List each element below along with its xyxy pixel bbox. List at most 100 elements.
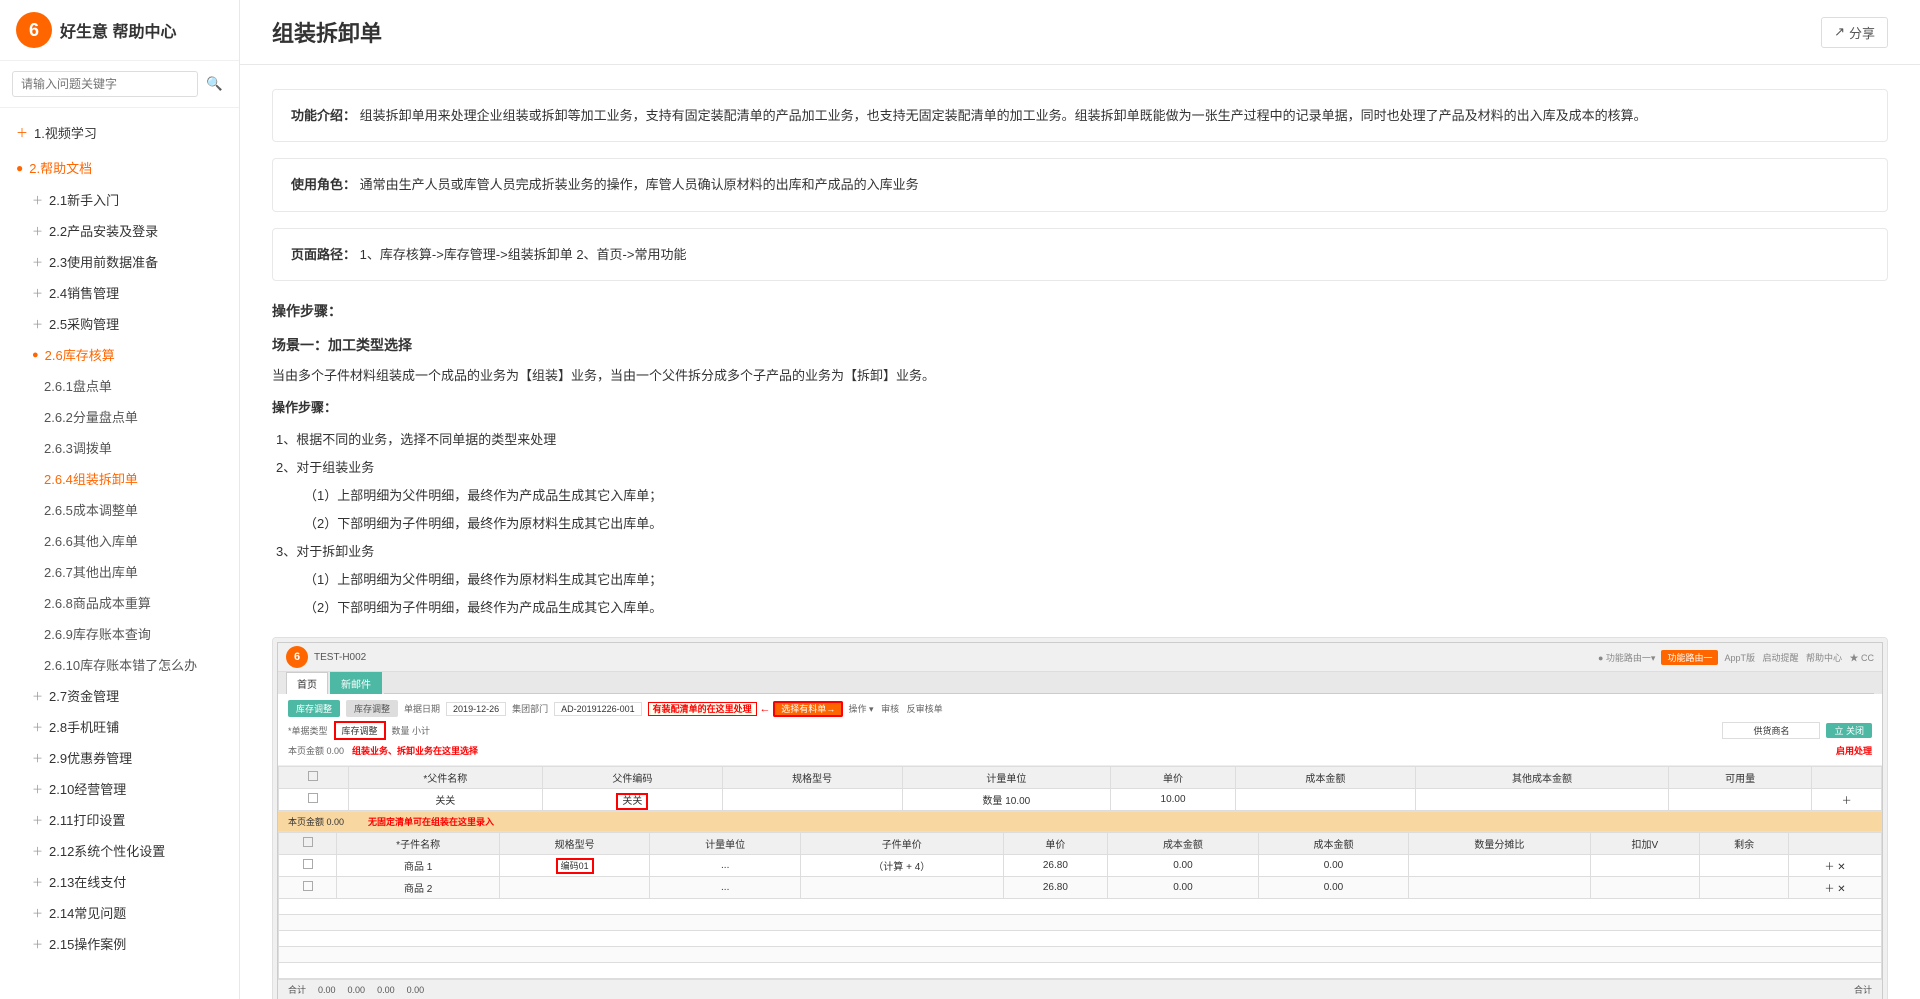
ui-date-label: 单据日期 (404, 702, 440, 715)
footer-val4: 0.00 (407, 985, 425, 995)
cell2-cost1-2: 0.00 (1108, 877, 1259, 899)
ui-docno-label: 集团部门 (512, 702, 548, 715)
col2-child-cost1: 成本金额 (1108, 833, 1259, 855)
sidebar: 6 好生意 帮助中心 🔍 ＋ 1.视频学习 ● 2.帮助文档 ＋ 2.1新手入门 (0, 0, 240, 999)
sidebar-leaf-other-in[interactable]: 2.6.6其他入库单 (8, 525, 239, 556)
ui-logo: 6 (286, 646, 308, 668)
col2-action (1789, 833, 1882, 855)
col-available: 可用量 (1669, 767, 1812, 789)
col-parent-name: *父件名称 (348, 767, 542, 789)
cell2-sub: （计算 + 4） (800, 855, 1003, 877)
ui-tab-active[interactable]: 新邮件 (330, 672, 382, 694)
sidebar-item-finance[interactable]: ＋ 2.7资金管理 (8, 680, 239, 711)
ui-table2: *子件名称 规格型号 计量单位 子件单价 单价 成本金额 成本金额 数量分摊比 … (278, 832, 1882, 979)
ui-search-field[interactable]: 供货商名 (1722, 722, 1820, 739)
sidebar-item-inventory[interactable]: ● 2.6库存核算 (8, 339, 239, 370)
sidebar-label-install: 2.2产品安装及登录 (49, 221, 158, 240)
sidebar-item-ops[interactable]: ＋ 2.10经营管理 (8, 773, 239, 804)
sidebar-leaf-ledger-error[interactable]: 2.6.10库存账本错了怎么办 (8, 649, 239, 680)
sidebar-leaf-ledger[interactable]: 2.6.9库存账本查询 (8, 618, 239, 649)
share-button[interactable]: ↗ 分享 (1821, 17, 1888, 48)
ui-mockup: 6 TEST-H002 ● 功能路由一▾ 功能路由一 AppT版 启动提醒 帮助… (277, 642, 1883, 999)
cell-unit (722, 789, 902, 811)
sidebar-item-cases[interactable]: ＋ 2.15操作案例 (8, 928, 239, 959)
sidebar-item-sales[interactable]: ＋ 2.4销售管理 (8, 277, 239, 308)
role-block: 使用角色： 通常由生产人员或库管人员完成折装业务的操作，库管人员确认原材料的出库… (272, 158, 1888, 211)
sidebar-label-sales: 2.4销售管理 (49, 283, 119, 302)
content-area: 功能介绍： 组装拆卸单用来处理企业组装或拆卸等加工业务，支持有固定装配清单的产品… (240, 65, 1920, 999)
search-input[interactable] (12, 71, 198, 97)
cell-row-action[interactable]: ＋ (1812, 789, 1882, 811)
search-button[interactable]: 🔍 (202, 74, 227, 94)
cell2-name2: 商品 2 (337, 877, 500, 899)
sidebar-item-docs[interactable]: ● 2.帮助文档 (0, 151, 239, 184)
sidebar-item-video[interactable]: ＋ 1.视频学习 (0, 116, 239, 149)
cell2-action2[interactable]: ＋ ✕ (1789, 877, 1882, 899)
col-unit: 规格型号 (722, 767, 902, 789)
sidebar-item-mobile[interactable]: ＋ 2.8手机旺铺 (8, 711, 239, 742)
col-cost: 成本金额 (1236, 767, 1416, 789)
cell2-action[interactable]: ＋ ✕ (1789, 855, 1882, 877)
sidebar-label-dataprep: 2.3使用前数据准备 (49, 252, 158, 271)
sidebar-leaf-other-out[interactable]: 2.6.7其他出库单 (8, 556, 239, 587)
step3-sub2: （2）下部明细为子件明细，最终作为产成品生成其它入库单。 (272, 595, 1888, 621)
plus-icon-onlinepay: ＋ (32, 874, 43, 890)
annotation-area2: 组装业务、拆卸业务在这里选择 (352, 744, 478, 757)
cell2-unit: ... (650, 855, 801, 877)
role-text: 通常由生产人员或库管人员完成折装业务的操作，库管人员确认原材料的出库和产成品的入… (360, 177, 919, 192)
sidebar-item-coupon[interactable]: ＋ 2.9优惠券管理 (8, 742, 239, 773)
plus-icon-print: ＋ (32, 812, 43, 828)
ui-divider-label: 本页金额 0.00 (288, 815, 344, 828)
cell2-v (1590, 855, 1700, 877)
sidebar-leaf-partial[interactable]: 2.6.2分量盘点单 (8, 401, 239, 432)
ui-btn-cancel[interactable]: 库存调整 (346, 700, 398, 717)
cell2-unit2: ... (650, 877, 801, 899)
ui-btn-save[interactable]: 库存调整 (288, 700, 340, 717)
cell2-name: 商品 1 (337, 855, 500, 877)
table-row: 商品 1 编码01 ... （计算 + 4） 26.80 0.00 0.00 (279, 855, 1882, 877)
ui-search-btn[interactable]: 立 关闭 (1826, 723, 1872, 738)
app-logo: 6 (16, 12, 52, 48)
scene1-label: 场景一：加工类型选择 (272, 335, 1888, 355)
col2-child-uprice: 单价 (1003, 833, 1108, 855)
plus-icon-mobile: ＋ (32, 719, 43, 735)
ui-form-row1: 库存调整 库存调整 单据日期 2019-12-26 集团部门 AD-201912… (288, 700, 1872, 717)
main-content: 组装拆卸单 ↗ 分享 功能介绍： 组装拆卸单用来处理企业组装或拆卸等加工业务，支… (240, 0, 1920, 999)
col2-child-code: 规格型号 (499, 833, 650, 855)
sidebar-leaf-transfer[interactable]: 2.6.3调拨单 (8, 432, 239, 463)
col2-checkbox (279, 833, 337, 855)
sidebar-item-install[interactable]: ＋ 2.2产品安装及登录 (8, 215, 239, 246)
sidebar-item-faq[interactable]: ＋ 2.14常见问题 (8, 897, 239, 928)
sidebar-label-cases: 2.15操作案例 (49, 934, 126, 953)
page-title: 组装拆卸单 (272, 16, 382, 48)
ui-tab-home[interactable]: 首页 (286, 672, 328, 694)
plus-icon-faq: ＋ (32, 905, 43, 921)
sidebar-leaf-assembly[interactable]: 2.6.4组装拆卸单 (8, 463, 239, 494)
plus-icon-cases: ＋ (32, 936, 43, 952)
sidebar-leaf-cost-adjust[interactable]: 2.6.5成本调整单 (8, 494, 239, 525)
cell2-cost2: 0.00 (1258, 855, 1409, 877)
cell-parent-name: 关关 (348, 789, 542, 811)
sidebar-item-print[interactable]: ＋ 2.11打印设置 (8, 804, 239, 835)
sidebar-leaf-stocktake[interactable]: 2.6.1盘点单 (8, 370, 239, 401)
col2-child-v: 扣加V (1590, 833, 1700, 855)
ui-footer-row: 合计 0.00 0.00 0.00 0.00 合计 (278, 979, 1882, 999)
annotation4-text: 无固定清单可在组装在这里录入 (368, 817, 494, 827)
intro-text: 组装拆卸单用来处理企业组装或拆卸等加工业务，支持有固定装配清单的产品加工业务，也… (360, 108, 1647, 123)
sidebar-item-custom[interactable]: ＋ 2.12系统个性化设置 (8, 835, 239, 866)
sidebar-item-newcomer[interactable]: ＋ 2.1新手入门 (8, 184, 239, 215)
sidebar-item-dataprep[interactable]: ＋ 2.3使用前数据准备 (8, 246, 239, 277)
ui-date-value: 2019-12-26 (446, 702, 506, 716)
col2-child-name: *子件名称 (337, 833, 500, 855)
sidebar-item-purchase[interactable]: ＋ 2.5采购管理 (8, 308, 239, 339)
table-row: 商品 2 ... 26.80 0.00 0.00 (279, 877, 1882, 899)
sidebar-item-onlinepay[interactable]: ＋ 2.13在线支付 (8, 866, 239, 897)
footer-val1: 0.00 (318, 985, 336, 995)
col2-child-remain: 剩余 (1700, 833, 1789, 855)
ui-btn-assembly[interactable]: 选择有料单→ (773, 701, 843, 717)
sidebar-leaf-cost-recalc[interactable]: 2.6.8商品成本重算 (8, 587, 239, 618)
ui-label-num: 数量 小计 (392, 724, 431, 737)
annotation2-text: 组装业务、拆卸业务在这里选择 (352, 746, 478, 756)
annotation3-text: 启用处理 (1836, 746, 1872, 756)
plus-icon-newcomer: ＋ (32, 192, 43, 208)
